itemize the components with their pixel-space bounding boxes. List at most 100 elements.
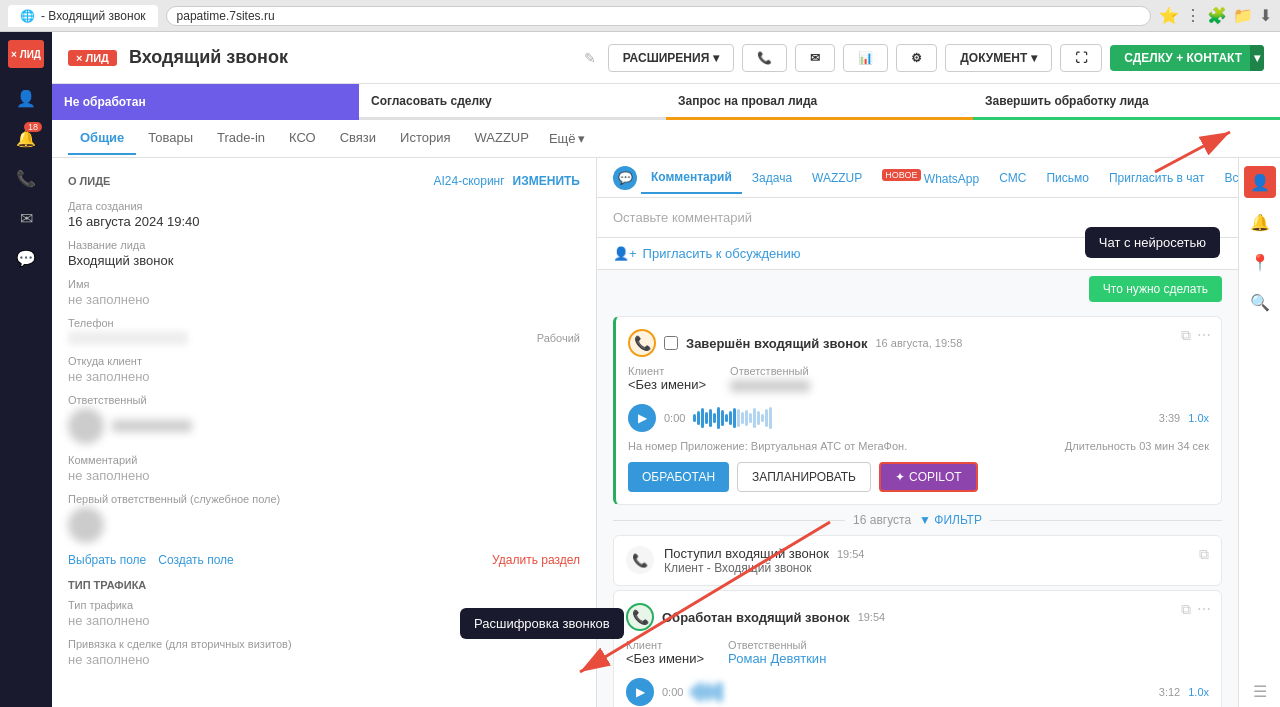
name-value: не заполнено <box>68 292 580 307</box>
more-icon-2[interactable]: ⋯ <box>1197 601 1211 618</box>
phone-type: Рабочий <box>537 332 580 344</box>
select-field-link[interactable]: Выбрать поле <box>68 553 146 567</box>
dropdown-icon: ▾ <box>1031 51 1037 65</box>
sidebar-icon-bell[interactable]: 🔔 18 <box>8 120 44 156</box>
sidebar-icon-person[interactable]: 👤 <box>8 80 44 116</box>
call-responsible: Ответственный <box>730 365 810 392</box>
rs-icon-menu[interactable]: ☰ <box>1244 675 1276 707</box>
call2-client-label: Клиент <box>626 639 704 651</box>
copilot-button[interactable]: ✦ COPILOT <box>879 462 978 492</box>
responsible-name <box>112 420 192 432</box>
sidebar-icon-phone[interactable]: 📞 <box>8 160 44 196</box>
main-content: × ЛИД Входящий звонок ✎ РАСШИРЕНИЯ ▾ 📞 ✉… <box>52 32 1280 707</box>
todo-button[interactable]: Что нужно сделать <box>1089 276 1222 302</box>
audio-speed-2[interactable]: 1.0x <box>1188 686 1209 698</box>
filter-button[interactable]: ▼ ФИЛЬТР <box>919 513 982 527</box>
status-bar: Не обработан Согласовать сделку Запрос н… <box>52 84 1280 120</box>
act-tab-wazzup[interactable]: WAZZUP <box>802 163 872 193</box>
act-tab-letter[interactable]: Письмо <box>1036 163 1099 193</box>
item-icons-1: ⧉ <box>1199 546 1209 563</box>
play-button[interactable]: ▶ <box>628 404 656 432</box>
call-client: Клиент <Без имени> <box>628 365 706 392</box>
sidebar-logo: × ЛИД <box>8 40 44 68</box>
tabs-bar: Общие Товары Trade-in КСО Связи История … <box>52 120 1280 158</box>
act-tab-task[interactable]: Задача <box>742 163 802 193</box>
browser-tab[interactable]: 🌐 - Входящий звонок <box>8 5 158 27</box>
first-responsible-field: Первый ответственный (служебное поле) <box>68 493 580 543</box>
tab-links[interactable]: Связи <box>328 122 388 155</box>
source-label: Откуда клиент <box>68 355 580 367</box>
act-tab-invite[interactable]: Пригласить в чат <box>1099 163 1214 193</box>
change-button[interactable]: ИЗМЕНИТЬ <box>513 174 580 188</box>
responsible-label: Ответственный <box>68 394 580 406</box>
deal-contact-button[interactable]: СДЕЛКУ + КОНТАКТ ▾ <box>1110 45 1264 71</box>
tab-more[interactable]: Ещё ▾ <box>541 123 593 154</box>
browser-bar: 🌐 - Входящий звонок papatime.7sites.ru ⭐… <box>0 0 1280 32</box>
phone-button[interactable]: 📞 <box>742 44 787 72</box>
ai-scoring-label[interactable]: AI24-скоринг <box>433 174 504 188</box>
analytics-button[interactable]: 📊 <box>843 44 888 72</box>
call2-responsible: Ответственный Роман Девяткин <box>728 639 826 666</box>
play-button-2[interactable]: ▶ <box>626 678 654 706</box>
rs-icon-person[interactable]: 👤 <box>1244 166 1276 198</box>
more-icon[interactable]: ⋯ <box>1197 327 1211 344</box>
incoming-call-1: 📞 Поступил входящий звонок 19:54 Клиент … <box>613 535 1222 586</box>
date-separator: 16 августа ▼ ФИЛЬТР <box>597 513 1238 527</box>
schedule-button[interactable]: ЗАПЛАНИРОВАТЬ <box>737 462 871 492</box>
tab-goods[interactable]: Товары <box>136 122 205 155</box>
status-request[interactable]: Запрос на провал лида <box>666 84 973 120</box>
settings-button[interactable]: ⚙ <box>896 44 937 72</box>
act-tab-whatsapp[interactable]: НОВОЕ WhatsApp <box>872 162 989 194</box>
processed-button[interactable]: ОБРАБОТАН <box>628 462 729 492</box>
expand-button[interactable]: ⛶ <box>1060 44 1102 72</box>
status-unprocessed[interactable]: Не обработан <box>52 84 359 120</box>
phone-value <box>68 331 188 345</box>
mail-button[interactable]: ✉ <box>795 44 835 72</box>
call-meta-text: На номер Приложение: Виртуальная АТС от … <box>628 440 907 452</box>
lead-name-field: Название лида Входящий звонок <box>68 239 580 268</box>
incoming-title-1: Поступил входящий звонок <box>664 546 829 561</box>
rs-icon-bell[interactable]: 🔔 <box>1244 206 1276 238</box>
tab-wazzup[interactable]: WAZZUP <box>463 122 541 155</box>
audio-speed[interactable]: 1.0x <box>1188 412 1209 424</box>
tab-general[interactable]: Общие <box>68 122 136 155</box>
call-checkbox[interactable] <box>664 336 678 350</box>
source-value: не заполнено <box>68 369 580 384</box>
sidebar-icon-mail[interactable]: ✉ <box>8 200 44 236</box>
copy-icon[interactable]: ⧉ <box>1181 327 1191 344</box>
call2-responsible-value: Роман Девяткин <box>728 651 826 666</box>
tab-tradein[interactable]: Trade-in <box>205 122 277 155</box>
status-agree[interactable]: Согласовать сделку <box>359 84 666 120</box>
edit-icon[interactable]: ✎ <box>584 50 596 66</box>
first-responsible-label: Первый ответственный (служебное поле) <box>68 493 580 505</box>
act-tab-meeting[interactable]: Встреча <box>1214 163 1238 193</box>
status-finish[interactable]: Завершить обработку лида <box>973 84 1280 120</box>
responsible-field: Ответственный <box>68 394 580 444</box>
lead-badge: × ЛИД <box>68 50 117 66</box>
delete-section-link[interactable]: Удалить раздел <box>492 553 580 567</box>
copy-icon-1[interactable]: ⧉ <box>1199 546 1209 563</box>
act-tab-comment[interactable]: Комментарий <box>641 162 742 194</box>
copy-icon-2[interactable]: ⧉ <box>1181 601 1191 618</box>
act-tab-sms[interactable]: СМС <box>989 163 1036 193</box>
rs-icon-search[interactable]: 🔍 <box>1244 286 1276 318</box>
source-field: Откуда клиент не заполнено <box>68 355 580 384</box>
create-field-link[interactable]: Создать поле <box>158 553 234 567</box>
url-bar[interactable]: papatime.7sites.ru <box>166 6 1151 26</box>
rs-icon-pin[interactable]: 📍 <box>1244 246 1276 278</box>
comment-dot: 💬 <box>613 166 637 190</box>
call-client-label: Клиент <box>628 365 706 377</box>
call-info: Клиент <Без имени> Ответственный <box>628 365 1209 392</box>
date-created-label: Дата создания <box>68 200 580 212</box>
extensions-button[interactable]: РАСШИРЕНИЯ ▾ <box>608 44 735 72</box>
document-button[interactable]: ДОКУМЕНТ ▾ <box>945 44 1052 72</box>
call-responsible-value <box>730 380 810 392</box>
tab-kso[interactable]: КСО <box>277 122 328 155</box>
call2-header: 📞 Обработан входящий звонок 19:54 <box>626 603 1209 631</box>
tab-history[interactable]: История <box>388 122 462 155</box>
audio-time-end-2: 3:12 <box>1159 686 1180 698</box>
sidebar-icon-comment[interactable]: 💬 <box>8 240 44 276</box>
responsible-avatar <box>68 408 104 444</box>
traffic-section-title: ТИП ТРАФИКА <box>68 579 580 591</box>
comment-input[interactable]: Оставьте комментарий <box>613 210 1222 225</box>
